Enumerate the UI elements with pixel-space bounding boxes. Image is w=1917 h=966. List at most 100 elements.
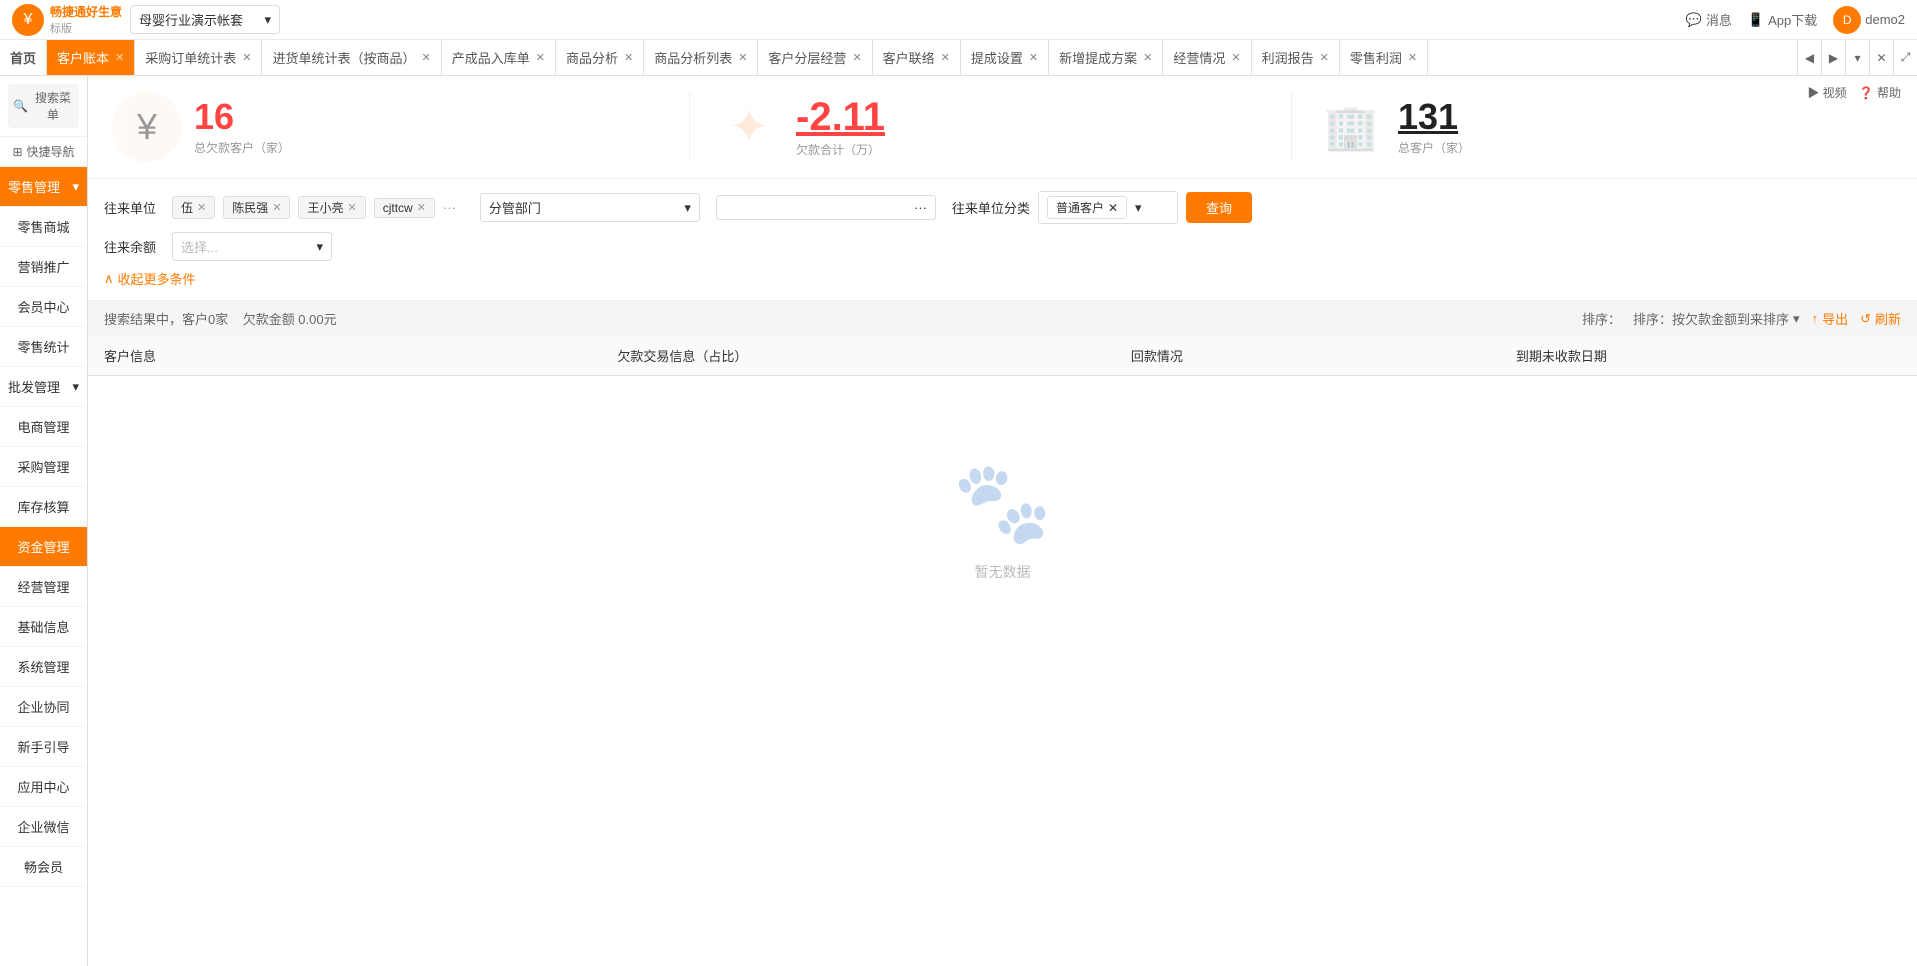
main-layout: 🔍 搜索菜单 ⊞ 快捷导航 零售管理 ▾ 零售商城 营销推广 会员中心 零售统计… <box>0 76 1917 966</box>
tab-jinhuodan-tongji[interactable]: 进货单统计表（按商品） ✕ <box>262 40 441 76</box>
category-filter-select[interactable]: 普通客户 ✕ ▾ <box>1038 191 1178 224</box>
tab-lingshou-lirun[interactable]: 零售利润 ✕ <box>1340 40 1428 76</box>
quick-nav-button[interactable]: ⊞ 快捷导航 <box>0 137 87 167</box>
filter-tag-chen[interactable]: 陈民强 ✕ <box>223 196 290 219</box>
sidebar-item-xinshou[interactable]: 新手引导 <box>0 727 87 767</box>
tab-jingying-qingkuang[interactable]: 经营情况 ✕ <box>1163 40 1251 76</box>
app-download-button[interactable]: 📱 App下载 <box>1748 10 1817 29</box>
filter-tag-wu[interactable]: 伍 ✕ <box>172 196 215 219</box>
search-menu-button[interactable]: 🔍 搜索菜单 <box>8 84 79 128</box>
tab-ticheng-shezhi[interactable]: 提成设置 ✕ <box>961 40 1049 76</box>
nav-arrows: ◀ ▶ ▾ ✕ ⤢ <box>1797 40 1917 76</box>
sidebar-item-lingshou-tongji[interactable]: 零售统计 <box>0 327 87 367</box>
nav-close-button[interactable]: ✕ <box>1869 40 1893 76</box>
tab-home[interactable]: 首页 <box>0 40 47 76</box>
sort-select[interactable]: 排序：按欠款金额到来排序 ▾ <box>1633 309 1800 328</box>
empty-icon: 🐾 <box>953 456 1053 550</box>
dept-filter-select[interactable]: 分管部门 ▾ <box>480 193 700 222</box>
sidebar-item-lingshou-shangcheng[interactable]: 零售商城 <box>0 207 87 247</box>
export-button[interactable]: ↑ 导出 <box>1812 309 1849 328</box>
close-icon[interactable]: ✕ <box>624 51 633 64</box>
nav-prev-button[interactable]: ◀ <box>1797 40 1821 76</box>
stat-total-all-customers: 🏢 131 总客户（家） <box>1292 92 1893 162</box>
tab-kehu-zhangben[interactable]: 客户账本 ✕ <box>47 40 135 76</box>
search-button[interactable]: 查询 <box>1186 192 1252 223</box>
user-menu[interactable]: D demo2 <box>1833 6 1905 34</box>
tab-kehu-fenceng[interactable]: 客户分层经营 ✕ <box>758 40 872 76</box>
col-repayment: 回款情况 <box>1131 346 1516 365</box>
export-icon: ↑ <box>1812 311 1819 326</box>
sidebar-search-area: 🔍 搜索菜单 <box>0 76 87 137</box>
stats-bar: ¥ 16 总欠款客户（家） ✦ -2.11 欠款合计（万） 🏢 <box>88 76 1917 179</box>
sidebar-item-xitong[interactable]: 系统管理 <box>0 647 87 687</box>
tab-xinzeng-ticheng[interactable]: 新增提成方案 ✕ <box>1049 40 1163 76</box>
chevron-icon: ▾ <box>72 379 79 395</box>
close-icon[interactable]: ✕ <box>1231 51 1240 64</box>
topbar: ¥ 畅捷通好生意 标版 母婴行业演示帐套 ▾ 💬 消息 📱 App下载 D de… <box>0 0 1917 40</box>
sidebar-item-zijin[interactable]: 资金管理 <box>0 527 87 567</box>
video-help-button[interactable]: ▶ 视频 <box>1807 84 1846 101</box>
close-icon[interactable]: ✕ <box>1320 51 1329 64</box>
stat3-bg-icon: 🏢 <box>1316 92 1386 162</box>
refresh-button[interactable]: ↺ 刷新 <box>1860 309 1901 328</box>
filter-more-button[interactable]: ··· <box>443 200 456 215</box>
sidebar-item-kucun[interactable]: 库存核算 <box>0 487 87 527</box>
close-icon[interactable]: ✕ <box>422 51 431 64</box>
sidebar-item-jingying[interactable]: 经营管理 <box>0 567 87 607</box>
remove-icon[interactable]: ✕ <box>272 201 281 214</box>
close-icon[interactable]: ✕ <box>115 51 124 64</box>
remove-icon[interactable]: ✕ <box>347 201 356 214</box>
stat1-bg-icon: ¥ <box>112 92 182 162</box>
sidebar-item-dianshang[interactable]: 电商管理 <box>0 407 87 447</box>
sidebar-item-lingshou[interactable]: 零售管理 ▾ <box>0 167 87 207</box>
tab-kehu-lianluo[interactable]: 客户联络 ✕ <box>873 40 961 76</box>
sidebar-item-weixin[interactable]: 企业微信 <box>0 807 87 847</box>
help-button[interactable]: ❓ 帮助 <box>1859 84 1901 101</box>
tab-shangpin-fenxi[interactable]: 商品分析 ✕ <box>556 40 644 76</box>
sidebar-item-qiye-xietong[interactable]: 企业协同 <box>0 687 87 727</box>
message-button[interactable]: 💬 消息 <box>1686 10 1732 29</box>
tab-lirun-baogao[interactable]: 利润报告 ✕ <box>1252 40 1340 76</box>
chevron-down-icon: ▾ <box>264 12 271 28</box>
close-icon[interactable]: ✕ <box>738 51 747 64</box>
close-icon[interactable]: ✕ <box>1408 51 1417 64</box>
tab-shangpin-fenxi-list[interactable]: 商品分析列表 ✕ <box>644 40 758 76</box>
filter-tag-cjttcw[interactable]: cjttcw ✕ <box>374 198 435 218</box>
balance-filter-select[interactable]: 选择... ▾ <box>172 232 332 261</box>
stat-total-debt: ✦ -2.11 欠款合计（万） <box>690 92 1292 162</box>
sidebar-item-yingyong[interactable]: 应用中心 <box>0 767 87 807</box>
remove-icon[interactable]: ✕ <box>417 201 426 214</box>
stats-help: ▶ 视频 ❓ 帮助 <box>1807 84 1901 101</box>
filter-tag-wang[interactable]: 王小亮 ✕ <box>298 196 365 219</box>
sidebar-item-jichu[interactable]: 基础信息 <box>0 607 87 647</box>
collapse-button[interactable]: ∧ 收起更多条件 <box>104 269 1901 288</box>
store-select[interactable]: 母婴行业演示帐套 ▾ <box>130 5 280 34</box>
avatar: D <box>1833 6 1861 34</box>
tab-caigou-tongji[interactable]: 采购订单统计表 ✕ <box>135 40 262 76</box>
close-icon[interactable]: ✕ <box>536 51 545 64</box>
sidebar-item-pifa[interactable]: 批发管理 ▾ <box>0 367 87 407</box>
filter-row-2: 往来余额 选择... ▾ <box>104 232 1901 261</box>
category-tag[interactable]: 普通客户 ✕ <box>1047 196 1127 219</box>
sidebar-item-caigou[interactable]: 采购管理 <box>0 447 87 487</box>
logo-text: 畅捷通好生意 标版 <box>50 3 122 36</box>
remove-icon[interactable]: ✕ <box>1108 201 1118 215</box>
sidebar-item-huiyuan[interactable]: 会员中心 <box>0 287 87 327</box>
nav-expand-button[interactable]: ⤢ <box>1893 40 1917 76</box>
play-icon: ▶ <box>1807 86 1819 100</box>
nav-next-button[interactable]: ▶ <box>1821 40 1845 76</box>
close-icon[interactable]: ✕ <box>242 51 251 64</box>
stat2-text: -2.11 欠款合计（万） <box>796 97 885 158</box>
table-header: 客户信息 欠款交易信息（占比） 回款情况 到期未收款日期 <box>88 336 1917 376</box>
close-icon[interactable]: ✕ <box>1029 51 1038 64</box>
sidebar-item-changhui[interactable]: 畅会员 <box>0 847 87 887</box>
search-icon: 🔍 <box>13 99 28 113</box>
close-icon[interactable]: ✕ <box>941 51 950 64</box>
tab-chanchengpin-ruku[interactable]: 产成品入库单 ✕ <box>442 40 556 76</box>
nav-menu-button[interactable]: ▾ <box>1845 40 1869 76</box>
person-filter-select[interactable]: ··· <box>716 195 936 220</box>
close-icon[interactable]: ✕ <box>1143 51 1152 64</box>
close-icon[interactable]: ✕ <box>852 51 861 64</box>
remove-icon[interactable]: ✕ <box>197 201 206 214</box>
sidebar-item-yingxiao[interactable]: 营销推广 <box>0 247 87 287</box>
